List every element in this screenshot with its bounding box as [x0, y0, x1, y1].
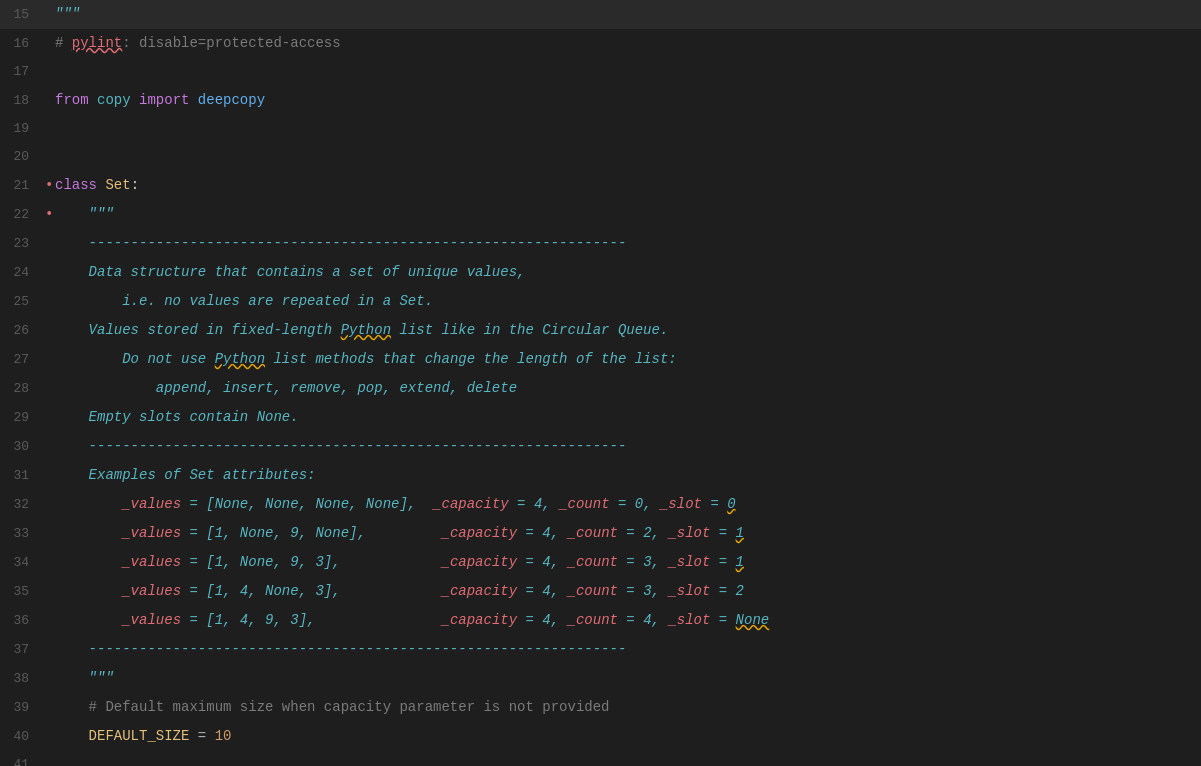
line-number-19: 19: [0, 115, 45, 143]
line-number-33: 33: [0, 520, 45, 548]
code-line-27: 27 Do not use Python list methods that c…: [0, 345, 1201, 374]
line-number-40: 40: [0, 723, 45, 751]
line-content-38: """: [55, 664, 1181, 692]
line-content-39: # Default maximum size when capacity par…: [55, 693, 1181, 721]
line-number-34: 34: [0, 549, 45, 577]
code-line-15: 15 """: [0, 0, 1201, 29]
code-line-19: 19: [0, 115, 1201, 143]
line-number-20: 20: [0, 143, 45, 171]
line-number-15: 15: [0, 1, 45, 29]
line-content-27: Do not use Python list methods that chan…: [55, 345, 1181, 373]
line-number-37: 37: [0, 636, 45, 664]
code-line-35: 35 _values = [1, 4, None, 3], _capacity …: [0, 577, 1201, 606]
line-number-41: 41: [0, 751, 45, 766]
line-content-31: Examples of Set attributes:: [55, 461, 1181, 489]
code-line-17: 17: [0, 58, 1201, 86]
line-content-35: _values = [1, 4, None, 3], _capacity = 4…: [55, 577, 1181, 605]
line-number-24: 24: [0, 259, 45, 287]
line-content-22: """: [55, 200, 1181, 228]
line-content-16: # pylint: disable=protected-access: [55, 29, 1181, 57]
code-line-28: 28 append, insert, remove, pop, extend, …: [0, 374, 1201, 403]
line-content-23: ----------------------------------------…: [55, 229, 1181, 257]
code-line-34: 34 _values = [1, None, 9, 3], _capacity …: [0, 548, 1201, 577]
line-content-34: _values = [1, None, 9, 3], _capacity = 4…: [55, 548, 1181, 576]
code-line-40: 40 DEFAULT_SIZE = 10: [0, 722, 1201, 751]
line-content-18: from copy import deepcopy: [55, 86, 1181, 114]
code-line-30: 30 -------------------------------------…: [0, 432, 1201, 461]
line-content-33: _values = [1, None, 9, None], _capacity …: [55, 519, 1181, 547]
code-line-32: 32 _values = [None, None, None, None], _…: [0, 490, 1201, 519]
code-line-16: 16 # pylint: disable=protected-access: [0, 29, 1201, 58]
line-number-39: 39: [0, 694, 45, 722]
line-number-30: 30: [0, 433, 45, 461]
code-line-39: 39 # Default maximum size when capacity …: [0, 693, 1201, 722]
line-content-30: ----------------------------------------…: [55, 432, 1181, 460]
line-number-36: 36: [0, 607, 45, 635]
line-number-31: 31: [0, 462, 45, 490]
code-line-18: 18 from copy import deepcopy: [0, 86, 1201, 115]
code-line-36: 36 _values = [1, 4, 9, 3], _capacity = 4…: [0, 606, 1201, 635]
line-number-23: 23: [0, 230, 45, 258]
code-line-20: 20: [0, 143, 1201, 171]
code-editor: 15 """ 16 # pylint: disable=protected-ac…: [0, 0, 1201, 766]
line-content-40: DEFAULT_SIZE = 10: [55, 722, 1181, 750]
line-number-22: 22: [0, 201, 45, 229]
line-content-32: _values = [None, None, None, None], _cap…: [55, 490, 1181, 518]
line-content-24: Data structure that contains a set of un…: [55, 258, 1181, 286]
code-line-25: 25 i.e. no values are repeated in a Set.: [0, 287, 1201, 316]
line-number-28: 28: [0, 375, 45, 403]
line-number-16: 16: [0, 30, 45, 58]
line-content-26: Values stored in fixed-length Python lis…: [55, 316, 1181, 344]
line-content-15: """: [55, 0, 1181, 28]
code-line-23: 23 -------------------------------------…: [0, 229, 1201, 258]
code-line-38: 38 """: [0, 664, 1201, 693]
line-number-21: 21: [0, 172, 45, 200]
line-content-25: i.e. no values are repeated in a Set.: [55, 287, 1181, 315]
code-line-33: 33 _values = [1, None, 9, None], _capaci…: [0, 519, 1201, 548]
line-content-36: _values = [1, 4, 9, 3], _capacity = 4, _…: [55, 606, 1181, 634]
line-number-26: 26: [0, 317, 45, 345]
line-number-18: 18: [0, 87, 45, 115]
line-number-35: 35: [0, 578, 45, 606]
line-content-29: Empty slots contain None.: [55, 403, 1181, 431]
line-number-29: 29: [0, 404, 45, 432]
line-number-38: 38: [0, 665, 45, 693]
code-line-26: 26 Values stored in fixed-length Python …: [0, 316, 1201, 345]
line-number-17: 17: [0, 58, 45, 86]
code-line-24: 24 Data structure that contains a set of…: [0, 258, 1201, 287]
code-line-37: 37 -------------------------------------…: [0, 635, 1201, 664]
code-line-41: 41: [0, 751, 1201, 766]
line-number-25: 25: [0, 288, 45, 316]
code-line-29: 29 Empty slots contain None.: [0, 403, 1201, 432]
line-number-27: 27: [0, 346, 45, 374]
line-content-37: ----------------------------------------…: [55, 635, 1181, 663]
code-line-31: 31 Examples of Set attributes:: [0, 461, 1201, 490]
line-number-32: 32: [0, 491, 45, 519]
code-line-21: 21 • class Set:: [0, 171, 1201, 200]
code-line-22: 22 • """: [0, 200, 1201, 229]
line-content-28: append, insert, remove, pop, extend, del…: [55, 374, 1181, 402]
line-content-21: class Set:: [55, 171, 1181, 199]
